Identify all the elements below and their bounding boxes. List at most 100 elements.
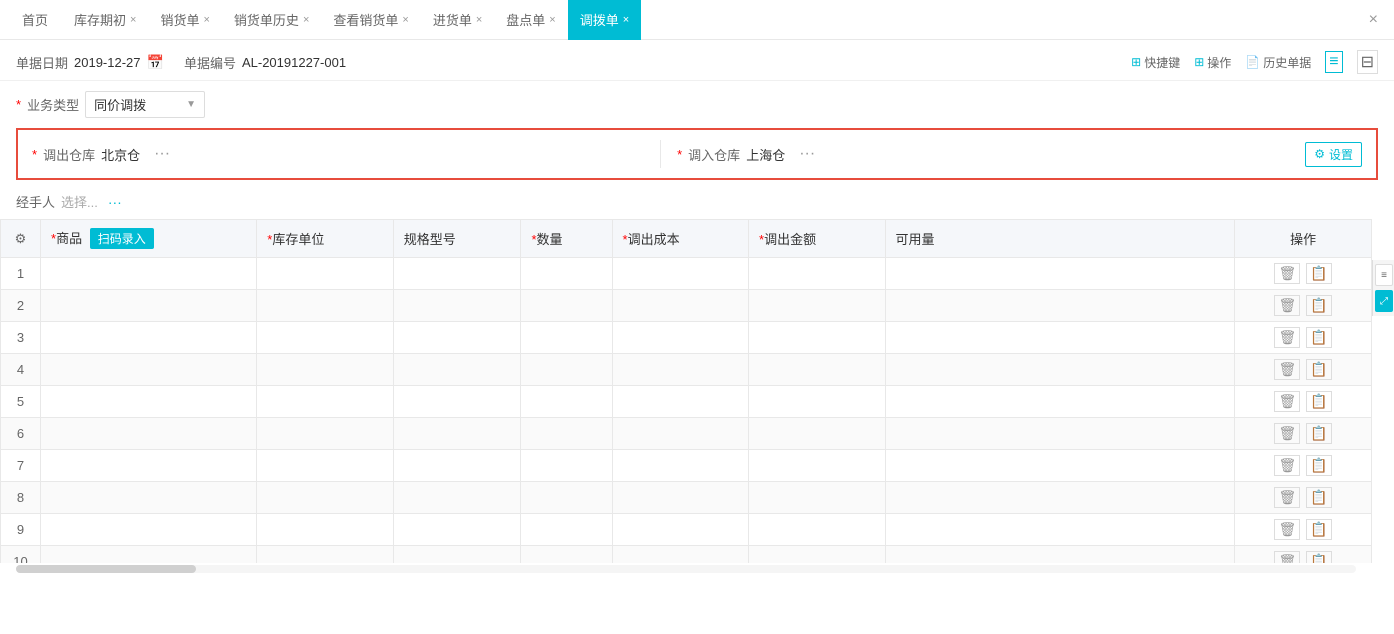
cost-cell[interactable] — [612, 258, 749, 290]
required-star: * — [16, 97, 21, 112]
table-header-rownum: ⚙ — [1, 220, 41, 258]
transfer-out-value[interactable]: 北京仓 — [101, 145, 140, 164]
delete-row-icon[interactable]: 🗑 — [1274, 519, 1300, 540]
row-num: 3 — [1, 322, 41, 354]
copy-row-icon[interactable]: 📋 — [1306, 487, 1331, 508]
table-row: 7 🗑 📋 — [1, 450, 1372, 482]
required-star: * — [32, 147, 37, 162]
delete-row-icon[interactable]: 🗑 — [1274, 295, 1300, 316]
calendar-icon[interactable]: 📅 — [147, 54, 164, 71]
close-icon[interactable]: × — [402, 14, 408, 26]
settings-button[interactable]: ⚙ 设置 — [1305, 142, 1362, 167]
biz-type-field: * 业务类型 同价调拨 ▼ — [16, 91, 205, 118]
shortcuts-icon: ⊞ — [1131, 55, 1141, 69]
close-icon[interactable]: × — [303, 14, 309, 26]
transfer-out-dots[interactable]: ··· — [154, 145, 170, 163]
settings-gear-icon: ⚙ — [1314, 147, 1325, 161]
spec-cell[interactable] — [393, 258, 521, 290]
history-docs-button[interactable]: 📄 历史单据 — [1245, 54, 1311, 71]
shortcuts-button[interactable]: ⊞ 快捷键 — [1131, 54, 1180, 71]
delete-row-icon[interactable]: 🗑 — [1274, 487, 1300, 508]
scan-btn[interactable]: 扫码录入 — [90, 228, 154, 249]
handler-dots[interactable]: ··· — [108, 194, 122, 210]
tab-sales-order[interactable]: 销货单 × — [148, 0, 221, 40]
transfer-in-value[interactable]: 上海仓 — [746, 145, 785, 164]
available-cell[interactable] — [885, 258, 1235, 290]
product-cell[interactable] — [41, 258, 257, 290]
row-num: 8 — [1, 482, 41, 514]
table-row: 5 🗑 📋 — [1, 386, 1372, 418]
delete-row-icon[interactable]: 🗑 — [1274, 551, 1300, 563]
row-num: 10 — [1, 546, 41, 564]
delete-row-icon[interactable]: 🗑 — [1274, 327, 1300, 348]
horizontal-scrollbar[interactable] — [16, 565, 1356, 573]
delete-row-icon[interactable]: 🗑 — [1274, 455, 1300, 476]
close-icon[interactable]: × — [130, 14, 136, 26]
tab-sales-history[interactable]: 销货单历史 × — [222, 0, 321, 40]
transfer-out-field: * 调出仓库 北京仓 ··· — [32, 145, 644, 164]
sidebar-expand-icon[interactable]: ⤢ — [1375, 290, 1393, 312]
delete-row-icon[interactable]: 🗑 — [1274, 391, 1300, 412]
view-toggle-list[interactable]: ≡ — [1325, 51, 1342, 73]
operations-button[interactable]: ⊞ 操作 — [1194, 54, 1231, 71]
transfer-in-label: 调入仓库 — [688, 145, 740, 164]
window-close-button[interactable]: × — [1369, 11, 1378, 29]
date-value[interactable]: 2019-12-27 — [74, 55, 141, 70]
tab-transfer[interactable]: 调拨单 × — [568, 0, 641, 40]
copy-row-icon[interactable]: 📋 — [1306, 263, 1331, 284]
transfer-in-dots[interactable]: ··· — [799, 145, 815, 163]
copy-row-icon[interactable]: 📋 — [1306, 327, 1331, 348]
transfer-in-field: * 调入仓库 上海仓 ··· — [677, 145, 1289, 164]
delete-row-icon[interactable]: 🗑 — [1274, 423, 1300, 444]
amount-cell[interactable] — [749, 258, 886, 290]
row-num: 2 — [1, 290, 41, 322]
copy-row-icon[interactable]: 📋 — [1306, 455, 1331, 476]
table-row: 9 🗑 📋 — [1, 514, 1372, 546]
row-num: 7 — [1, 450, 41, 482]
row-num: 5 — [1, 386, 41, 418]
gear-icon[interactable]: ⚙ — [15, 231, 27, 246]
row-num: 9 — [1, 514, 41, 546]
handler-input[interactable]: 选择... — [61, 192, 98, 211]
copy-row-icon[interactable]: 📋 — [1306, 359, 1331, 380]
table-row: 3 🗑 📋 — [1, 322, 1372, 354]
required-star: * — [677, 147, 682, 162]
tab-inventory-init[interactable]: 库存期初 × — [62, 0, 148, 40]
copy-row-icon[interactable]: 📋 — [1306, 295, 1331, 316]
table-row: 4 🗑📋 — [1, 354, 1372, 386]
tab-stocktake[interactable]: 盘点单 × — [494, 0, 567, 40]
table-header-qty: *数量 — [521, 220, 612, 258]
unit-cell[interactable] — [257, 258, 394, 290]
qty-cell[interactable] — [521, 258, 612, 290]
transfer-out-label: 调出仓库 — [43, 145, 95, 164]
table-header-product: *商品 扫码录入 — [41, 220, 257, 258]
row-num: 6 — [1, 418, 41, 450]
copy-row-icon[interactable]: 📋 — [1306, 551, 1331, 563]
dropdown-arrow-icon: ▼ — [186, 99, 196, 110]
table-header-cost: *调出成本 — [612, 220, 749, 258]
copy-row-icon[interactable]: 📋 — [1306, 519, 1331, 540]
delete-row-icon[interactable]: 🗑 — [1274, 263, 1300, 284]
table-header-amount: *调出金额 — [749, 220, 886, 258]
view-toggle-grid[interactable]: ⊟ — [1357, 50, 1378, 74]
table-header-unit: *库存单位 — [257, 220, 394, 258]
tab-view-sales[interactable]: 查看销货单 × — [321, 0, 420, 40]
close-icon[interactable]: × — [549, 14, 555, 26]
close-icon[interactable]: × — [203, 14, 209, 26]
table-row: 2 🗑 📋 — [1, 290, 1372, 322]
row-num: 1 — [1, 258, 41, 290]
biz-type-select[interactable]: 同价调拨 ▼ — [85, 91, 205, 118]
table-header-spec: 规格型号 — [393, 220, 521, 258]
copy-row-icon[interactable]: 📋 — [1306, 391, 1331, 412]
table-row: 8 🗑 📋 — [1, 482, 1372, 514]
tab-home[interactable]: 首页 — [8, 0, 62, 40]
sidebar-list-icon[interactable]: ≡ — [1375, 264, 1393, 286]
copy-row-icon[interactable]: 📋 — [1306, 423, 1331, 444]
close-icon[interactable]: × — [476, 14, 482, 26]
close-icon[interactable]: × — [623, 14, 629, 26]
tab-purchase[interactable]: 进货单 × — [421, 0, 494, 40]
history-icon: 📄 — [1245, 55, 1260, 69]
table-header-actions: 操作 — [1235, 220, 1372, 258]
delete-row-icon[interactable]: 🗑 — [1274, 359, 1300, 380]
doc-label: 单据编号 — [184, 53, 236, 72]
